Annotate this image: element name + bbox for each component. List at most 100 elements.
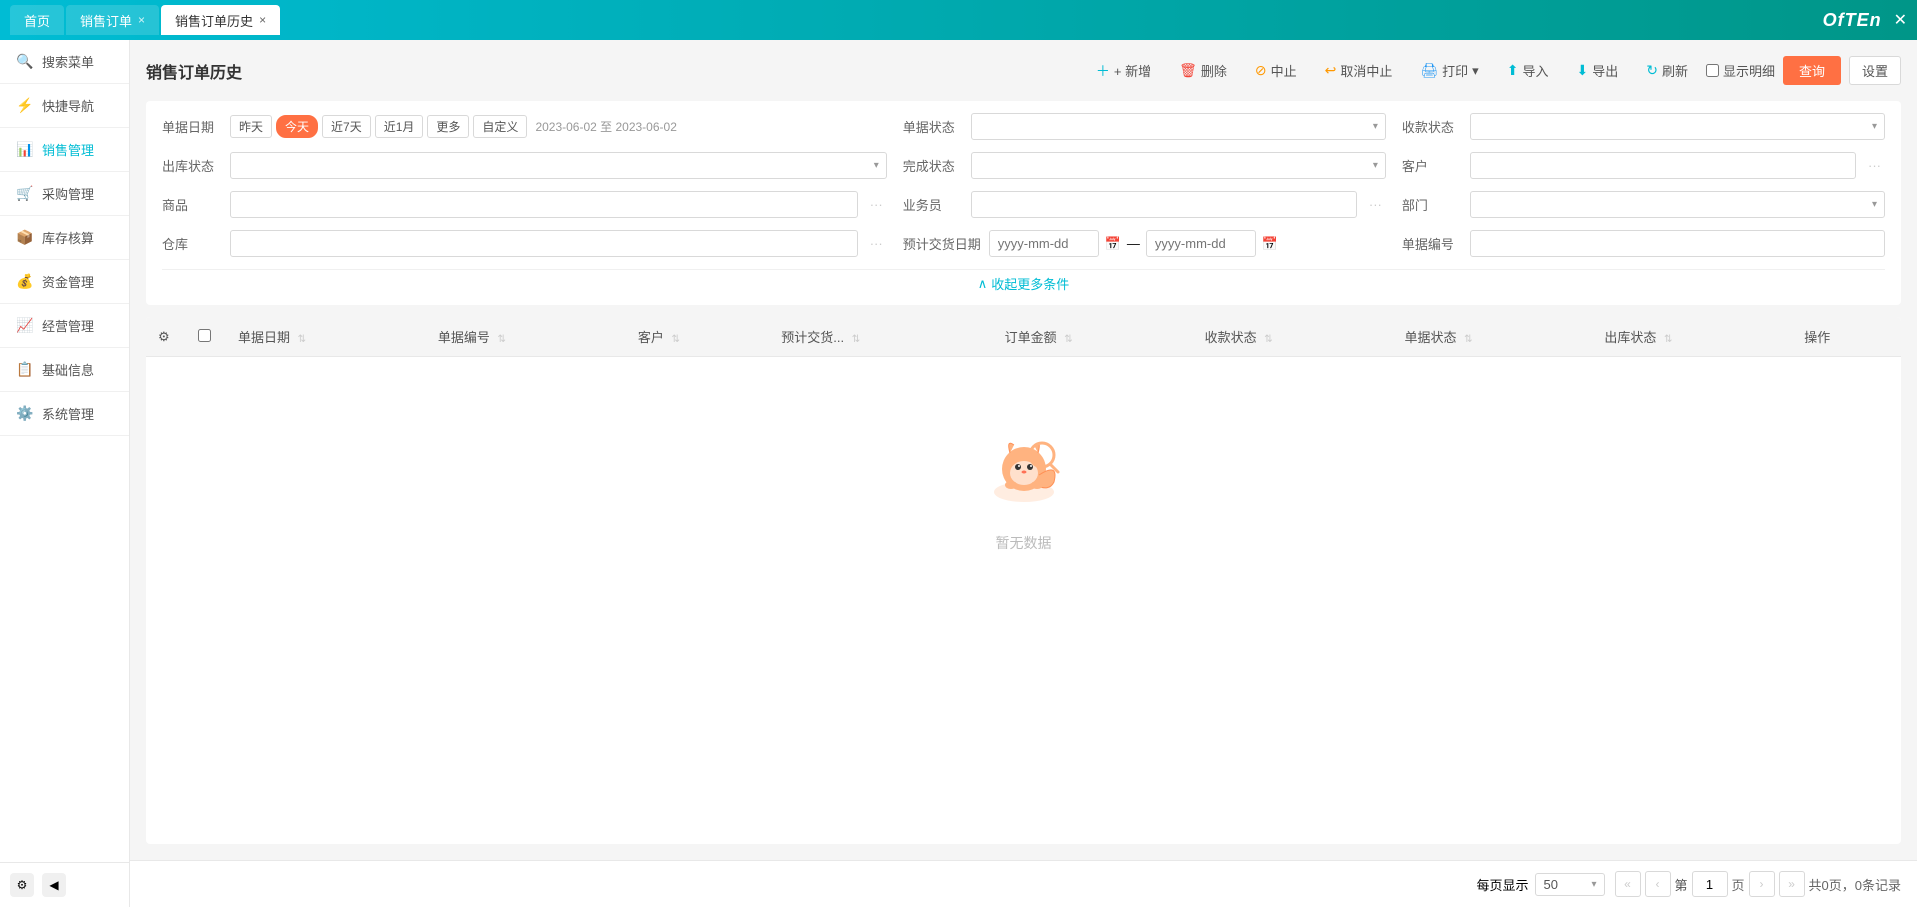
display-detail-checkbox[interactable]: [1706, 64, 1719, 77]
page-size-select[interactable]: 10 20 50 100: [1535, 873, 1605, 896]
query-button[interactable]: 查询: [1783, 56, 1841, 85]
goods-input[interactable]: [230, 191, 858, 218]
order-status-label: 单据状态: [903, 117, 963, 136]
filter-row-3: 商品 ··· 业务员 ··· 部门: [162, 191, 1885, 218]
department-select[interactable]: [1470, 191, 1885, 218]
tab-sales-order-history-close[interactable]: ×: [259, 13, 266, 27]
last-page-button[interactable]: »: [1779, 871, 1805, 897]
display-detail-check[interactable]: 显示明细: [1706, 61, 1775, 80]
settings-gear-icon[interactable]: ⚙: [158, 329, 170, 344]
refresh-button[interactable]: ↻ 刷新: [1636, 57, 1698, 84]
th-settings[interactable]: ⚙: [146, 317, 186, 357]
tab-sales-order[interactable]: 销售订单 ×: [66, 5, 159, 35]
salesperson-more-icon[interactable]: ···: [1365, 197, 1386, 212]
date-btn-more[interactable]: 更多: [427, 115, 469, 138]
settings-button[interactable]: 设置: [1849, 56, 1901, 85]
refresh-label: 刷新: [1662, 61, 1688, 80]
goods-more-icon[interactable]: ···: [866, 197, 887, 212]
department-label: 部门: [1402, 195, 1462, 214]
customer-more-icon[interactable]: ···: [1864, 158, 1885, 173]
sidebar-item-search-menu[interactable]: 🔍 搜索菜单: [0, 40, 129, 84]
expected-delivery-start-input[interactable]: [989, 230, 1099, 257]
order-number-input[interactable]: [1470, 230, 1885, 257]
page-number-input[interactable]: [1692, 871, 1728, 897]
order-status-select-wrapper: ▾: [971, 113, 1386, 140]
date-btn-today[interactable]: 今天: [276, 115, 318, 138]
tab-sales-order-label: 销售订单: [80, 11, 132, 30]
print-dropdown-icon[interactable]: ▾: [1472, 63, 1479, 79]
print-button[interactable]: 🖨 打印 ▾: [1410, 57, 1488, 84]
department-select-wrapper: ▾: [1470, 191, 1885, 218]
th-customer: 客户 ⇅: [626, 317, 769, 357]
select-all-checkbox[interactable]: [198, 329, 211, 342]
total-info: 共0页，0条记录: [1809, 875, 1901, 894]
filter-row-4: 仓库 ··· 预计交货日期 📅 — 📅: [162, 230, 1885, 257]
first-page-button[interactable]: «: [1615, 871, 1641, 897]
expected-delivery-start-calendar-icon[interactable]: 📅: [1105, 236, 1121, 252]
sidebar-item-operations[interactable]: 📈 经营管理: [0, 304, 129, 348]
expected-delivery-end-calendar-icon[interactable]: 📅: [1262, 236, 1278, 252]
date-btn-7days[interactable]: 近7天: [322, 115, 371, 138]
filter-row-1: 单据日期 昨天 今天 近7天 近1月 更多 自定义 2023-06-02 至 2…: [162, 113, 1885, 140]
filter-group-salesperson: 业务员 ···: [903, 191, 1386, 218]
payment-status-sort-icon[interactable]: ⇅: [1264, 334, 1272, 345]
filter-group-payment-status: 收款状态 ▾: [1402, 113, 1885, 140]
sidebar-item-quick-nav[interactable]: ⚡ 快捷导航: [0, 84, 129, 128]
sidebar-item-basic-info[interactable]: 📋 基础信息: [0, 348, 129, 392]
delivery-status-sort-icon[interactable]: ⇅: [1664, 334, 1672, 345]
new-button[interactable]: ＋ + 新增: [1086, 57, 1161, 85]
warehouse-more-icon[interactable]: ···: [866, 236, 887, 251]
collapse-bar[interactable]: ∧ 收起更多条件: [162, 269, 1885, 293]
tab-sales-order-close[interactable]: ×: [138, 13, 145, 27]
date-sort-icon[interactable]: ⇅: [298, 334, 306, 345]
window-close-button[interactable]: ✕: [1894, 10, 1907, 30]
th-checkbox[interactable]: [186, 317, 226, 357]
filter-panel: 单据日期 昨天 今天 近7天 近1月 更多 自定义 2023-06-02 至 2…: [146, 101, 1901, 305]
expected-delivery-label: 预计交货日期: [903, 234, 981, 253]
tab-sales-order-history[interactable]: 销售订单历史 ×: [161, 5, 280, 35]
payment-status-select[interactable]: [1470, 113, 1885, 140]
sidebar-item-sales-mgmt[interactable]: 📊 销售管理: [0, 128, 129, 172]
sidebar-collapse-icon[interactable]: ◀: [42, 873, 66, 897]
date-btn-custom[interactable]: 自定义: [473, 115, 527, 138]
expected-delivery-sort-icon[interactable]: ⇅: [852, 334, 860, 345]
sidebar-item-purchase-mgmt[interactable]: 🛒 采购管理: [0, 172, 129, 216]
warehouse-input[interactable]: [230, 230, 858, 257]
salesperson-input[interactable]: [971, 191, 1357, 218]
delete-button[interactable]: 🗑 删除: [1169, 57, 1237, 84]
delivery-status-select[interactable]: [230, 152, 887, 179]
payment-status-select-wrapper: ▾: [1470, 113, 1885, 140]
new-label: + 新增: [1114, 61, 1151, 80]
empty-icon: [974, 417, 1074, 517]
sidebar-item-system[interactable]: ⚙️ 系统管理: [0, 392, 129, 436]
import-button[interactable]: ⬆ 导入: [1497, 57, 1559, 84]
inventory-icon: 📦: [16, 229, 34, 247]
order-status-sort-icon[interactable]: ⇅: [1464, 334, 1472, 345]
sidebar-item-quick-nav-label: 快捷导航: [42, 96, 94, 115]
sidebar-settings-icon[interactable]: ⚙: [10, 873, 34, 897]
table-header: ⚙ 单据日期 ⇅ 单据编号 ⇅: [146, 317, 1901, 357]
amount-sort-icon[interactable]: ⇅: [1064, 334, 1072, 345]
date-btn-yesterday[interactable]: 昨天: [230, 115, 272, 138]
export-button[interactable]: ⬇ 导出: [1566, 57, 1628, 84]
stop-button[interactable]: ⊘ 中止: [1245, 57, 1307, 84]
page-title: 销售订单历史: [146, 59, 242, 83]
table-body: 暂无数据: [146, 357, 1901, 614]
number-sort-icon[interactable]: ⇅: [498, 334, 506, 345]
customer-input[interactable]: [1470, 152, 1856, 179]
order-status-select[interactable]: [971, 113, 1386, 140]
customer-sort-icon[interactable]: ⇅: [671, 334, 679, 345]
display-detail-label: 显示明细: [1723, 61, 1775, 80]
cancel-stop-button[interactable]: ↩ 取消中止: [1315, 57, 1403, 84]
sidebar-item-finance[interactable]: 💰 资金管理: [0, 260, 129, 304]
prev-page-button[interactable]: ‹: [1645, 871, 1671, 897]
sidebar-item-inventory[interactable]: 📦 库存核算: [0, 216, 129, 260]
tab-sales-order-history-label: 销售订单历史: [175, 11, 253, 30]
next-page-button[interactable]: ›: [1749, 871, 1775, 897]
expected-delivery-end-input[interactable]: [1146, 230, 1256, 257]
complete-status-select[interactable]: [971, 152, 1386, 179]
date-btn-1month[interactable]: 近1月: [375, 115, 424, 138]
filter-group-expected-delivery: 预计交货日期 📅 — 📅: [903, 230, 1386, 257]
page-size-select-group: 每页显示 10 20 50 100 ▾: [1476, 873, 1604, 896]
tab-home[interactable]: 首页: [10, 5, 64, 35]
